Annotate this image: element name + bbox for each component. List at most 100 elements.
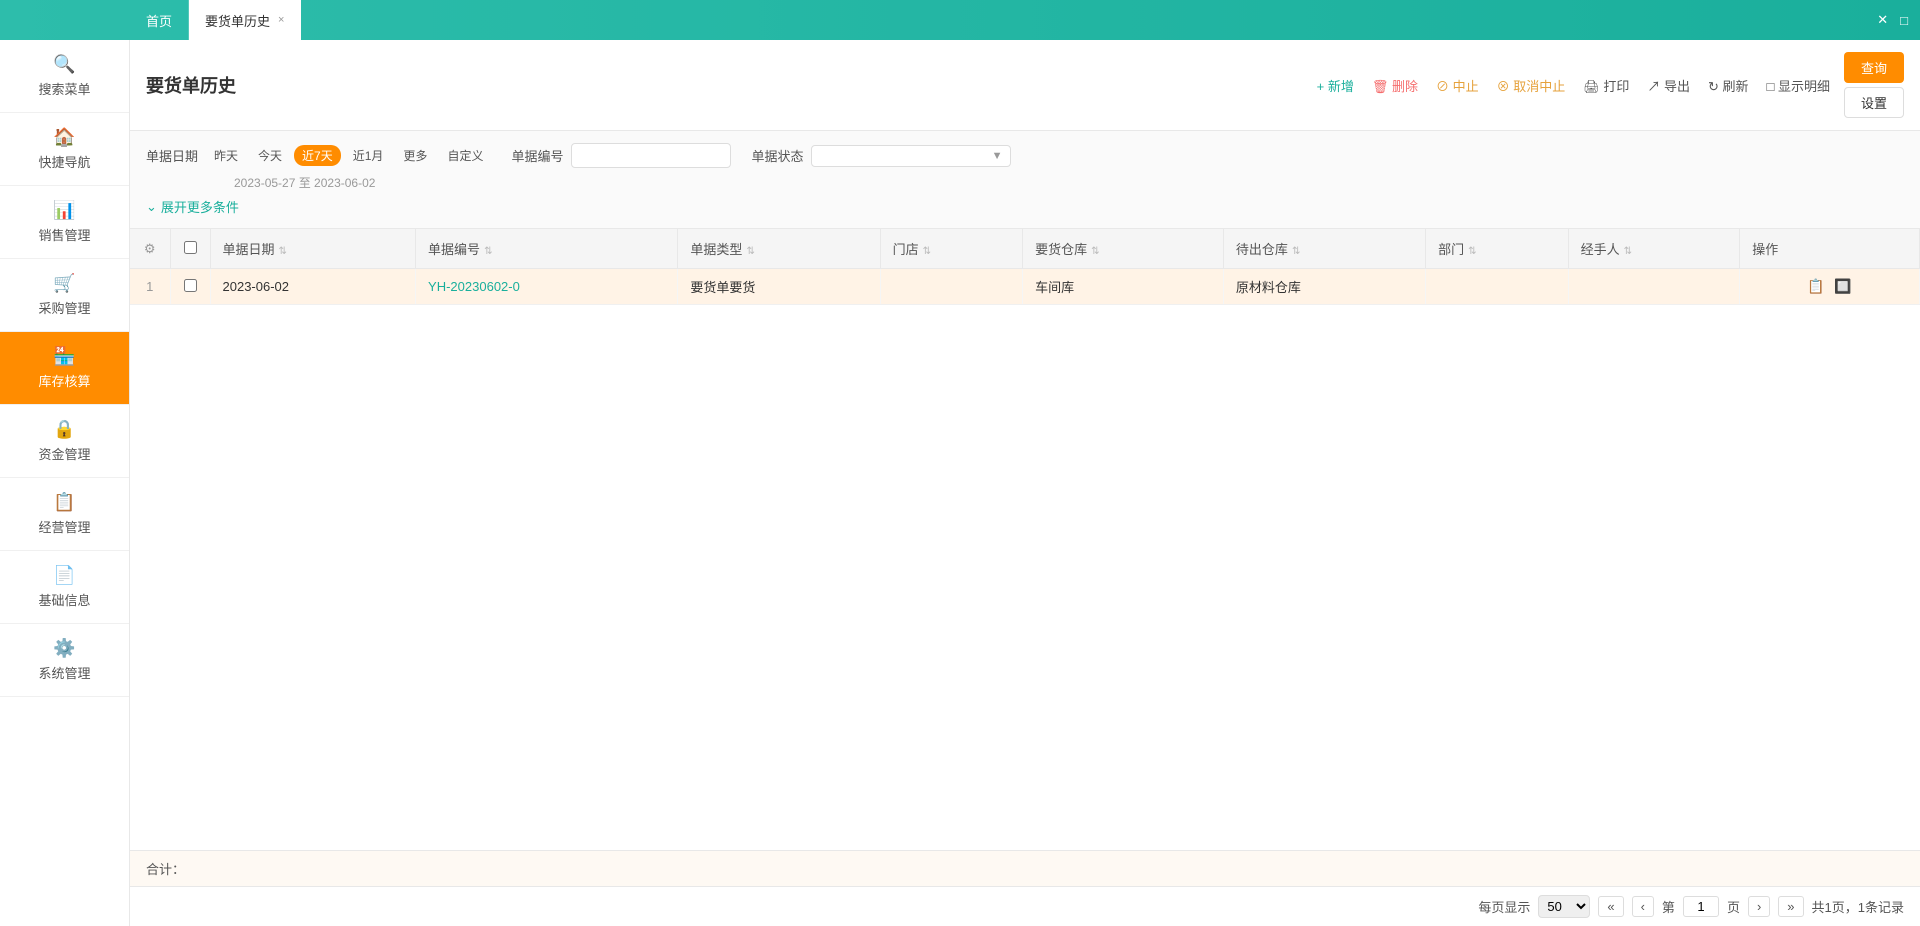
th-handler[interactable]: 经手人⇅ [1568, 229, 1740, 269]
cell-doc-date: 2023-06-02 [210, 269, 416, 305]
row-detail-icon[interactable]: 🔲 [1834, 278, 1851, 294]
page-label-before: 第 [1662, 897, 1675, 916]
delete-button[interactable]: 🗑 删除 [1366, 72, 1424, 99]
chevron-down-expand-icon: ⌄ [146, 199, 157, 215]
cell-actions: 📋 🔲 [1740, 269, 1920, 305]
sidebar-item-purchase-mgmt[interactable]: 🛒 采购管理 [0, 259, 129, 332]
search-menu-icon: 🔍 [53, 54, 75, 75]
ops-icon: 📋 [53, 492, 75, 513]
sales-icon: 📊 [53, 200, 75, 221]
th-doc-no[interactable]: 单据编号⇅ [416, 229, 678, 269]
cell-doc-no: YH-20230602-0 [416, 269, 678, 305]
refresh-button[interactable]: ↻ 刷新 [1702, 72, 1755, 99]
sort-icon-dept: ⇅ [1468, 246, 1476, 257]
top-bar: 首页 要货单历史 × ✕ □ [0, 0, 1920, 40]
total-info: 共1页，1条记录 [1812, 897, 1904, 916]
date-btn-today[interactable]: 今天 [250, 145, 290, 166]
filter-row: 单据日期 昨天 今天 近7天 近1月 更多 自定义 单据编号 [146, 143, 1904, 168]
page-label-after: 页 [1727, 897, 1740, 916]
sidebar-item-ops-mgmt[interactable]: 📋 经营管理 [0, 478, 129, 551]
th-doc-date[interactable]: 单据日期⇅ [210, 229, 416, 269]
sort-icon-docno: ⇅ [484, 246, 492, 257]
page-size-select[interactable]: 50 100 200 [1538, 895, 1590, 918]
sidebar-item-basic-info[interactable]: 📄 基础信息 [0, 551, 129, 624]
th-pend-warehouse[interactable]: 待出仓库⇅ [1223, 229, 1425, 269]
date-btn-last1month[interactable]: 近1月 [345, 145, 392, 166]
display-detail-button[interactable]: □ 显示明细 [1761, 72, 1836, 99]
expand-more-button[interactable]: ⌄ 展开更多条件 [146, 191, 1904, 216]
cell-req-warehouse: 车间库 [1023, 269, 1224, 305]
main-layout: 🔍 搜索菜单 🏠 快捷导航 📊 销售管理 🛒 采购管理 🏪 库存核算 🔒 资金管… [0, 40, 1920, 926]
export-button[interactable]: ↗ 导出 [1641, 72, 1696, 99]
date-btn-more[interactable]: 更多 [395, 145, 435, 166]
th-req-warehouse[interactable]: 要货仓库⇅ [1023, 229, 1224, 269]
sys-mgmt-icon: ⚙️ [53, 638, 75, 659]
window-close-icon[interactable]: ✕ [1877, 12, 1888, 28]
inventory-icon: 🏪 [53, 346, 75, 367]
print-button[interactable]: 🖨 打印 [1577, 72, 1635, 99]
th-actions: 操作 [1740, 229, 1920, 269]
table-row: 1 2023-06-02 YH-20230602-0 要货单要货 车间库 原材料… [130, 269, 1920, 305]
filter-bar: 单据日期 昨天 今天 近7天 近1月 更多 自定义 单据编号 [130, 131, 1920, 229]
tab-home[interactable]: 首页 [130, 0, 189, 40]
finance-icon: 🔒 [53, 419, 75, 440]
query-settings-buttons: 查询 设置 [1844, 52, 1904, 118]
sidebar-item-inventory[interactable]: 🏪 库存核算 [0, 332, 129, 405]
sidebar-item-quick-nav[interactable]: 🏠 快捷导航 [0, 113, 129, 186]
new-button[interactable]: + 新增 [1311, 72, 1360, 99]
sidebar-item-finance-mgmt[interactable]: 🔒 资金管理 [0, 405, 129, 478]
sort-icon-store: ⇅ [923, 246, 931, 257]
doc-no-link[interactable]: YH-20230602-0 [428, 279, 520, 294]
cell-rownum: 1 [130, 269, 170, 305]
status-filter-group: 单据状态 ▼ [751, 145, 1011, 167]
th-doc-type[interactable]: 单据类型⇅ [678, 229, 880, 269]
th-settings[interactable]: ⚙ [130, 229, 170, 269]
sidebar-item-sys-mgmt[interactable]: ⚙️ 系统管理 [0, 624, 129, 697]
cell-dept [1426, 269, 1568, 305]
cancel-stop-button[interactable]: ⊗ 取消中止 [1491, 72, 1572, 99]
date-btn-last7days[interactable]: 近7天 [294, 145, 341, 166]
page-input[interactable] [1683, 896, 1719, 917]
stop-button[interactable]: ⊘ 中止 [1430, 72, 1485, 99]
table-footer: 合计： [130, 850, 1920, 886]
th-store[interactable]: 门店⇅ [880, 229, 1022, 269]
sort-icon-pend-wh: ⇅ [1292, 246, 1300, 257]
top-bar-right: ✕ □ [1877, 12, 1920, 28]
select-all-checkbox[interactable] [184, 241, 197, 254]
th-dept[interactable]: 部门⇅ [1426, 229, 1568, 269]
settings-button[interactable]: 设置 [1844, 87, 1904, 118]
row-checkbox[interactable] [184, 279, 197, 292]
table-body: 1 2023-06-02 YH-20230602-0 要货单要货 车间库 原材料… [130, 269, 1920, 305]
tab-requisition-history[interactable]: 要货单历史 × [189, 0, 301, 40]
chevron-down-icon: ▼ [992, 150, 1003, 162]
page-title: 要货单历史 [146, 72, 236, 98]
window-maximize-icon[interactable]: □ [1900, 13, 1908, 28]
basic-info-icon: 📄 [53, 565, 75, 586]
sidebar: 🔍 搜索菜单 🏠 快捷导航 📊 销售管理 🛒 采购管理 🏪 库存核算 🔒 资金管… [0, 40, 130, 926]
sort-icon-handler: ⇅ [1624, 246, 1632, 257]
requisition-table: ⚙ 单据日期⇅ 单据编号⇅ 单据类型⇅ 门店⇅ 要货仓库⇅ 待出仓库⇅ 部门⇅ … [130, 229, 1920, 305]
close-tab-icon[interactable]: × [278, 14, 284, 26]
th-checkbox [170, 229, 210, 269]
sidebar-item-search-menu[interactable]: 🔍 搜索菜单 [0, 40, 129, 113]
cell-pend-warehouse: 原材料仓库 [1223, 269, 1425, 305]
sort-icon-req-wh: ⇅ [1091, 246, 1099, 257]
last-page-button[interactable]: » [1778, 896, 1803, 917]
query-button[interactable]: 查询 [1844, 52, 1904, 83]
first-page-button[interactable]: « [1598, 896, 1623, 917]
date-btn-yesterday[interactable]: 昨天 [206, 145, 246, 166]
page-size-label: 每页显示 [1478, 897, 1530, 916]
status-filter-select[interactable]: ▼ [811, 145, 1011, 167]
docno-filter-input[interactable] [571, 143, 731, 168]
purchase-icon: 🛒 [53, 273, 75, 294]
date-filter-label: 单据日期 [146, 146, 198, 165]
date-btn-custom[interactable]: 自定义 [439, 145, 491, 166]
cell-handler [1568, 269, 1740, 305]
cell-store [880, 269, 1022, 305]
total-label: 合计： [146, 859, 185, 878]
next-page-button[interactable]: › [1748, 896, 1770, 917]
prev-page-button[interactable]: ‹ [1632, 896, 1654, 917]
sidebar-item-sales-mgmt[interactable]: 📊 销售管理 [0, 186, 129, 259]
date-range-display: 2023-05-27 至 2023-06-02 [234, 174, 375, 191]
row-edit-icon[interactable]: 📋 [1807, 278, 1824, 294]
